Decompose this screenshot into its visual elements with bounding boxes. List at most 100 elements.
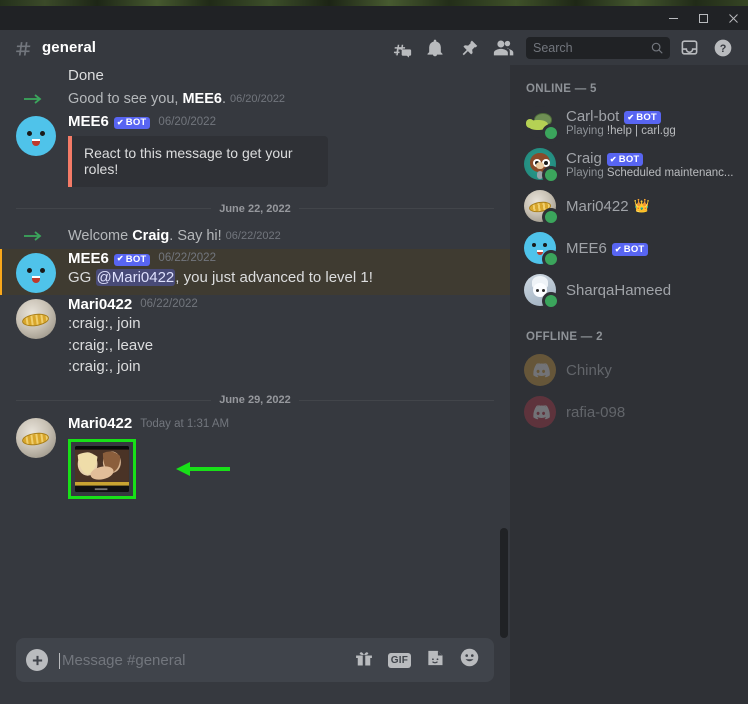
member-list-item[interactable]: SharqaHameed xyxy=(510,269,748,311)
system-message: Good to see you, MEE6. 06/20/2022 xyxy=(0,86,510,112)
text-before: GG xyxy=(68,269,96,286)
check-icon: ✔ xyxy=(116,254,124,264)
message-plain-text: Done xyxy=(68,67,104,84)
gif-button[interactable]: GIF xyxy=(387,652,411,668)
check-icon: ✔ xyxy=(614,244,622,254)
member-name: Chinky xyxy=(566,361,612,379)
hash-icon xyxy=(14,38,34,58)
member-name: rafia-098 xyxy=(566,403,626,421)
timestamp: 06/22/2022 xyxy=(158,252,216,265)
offline-group-header: OFFLINE — 2 xyxy=(526,331,603,343)
gift-icon[interactable] xyxy=(354,648,374,673)
inbox-icon[interactable] xyxy=(672,31,706,65)
minimize-button[interactable] xyxy=(658,6,688,30)
message-author[interactable]: Mari0422 xyxy=(68,416,132,433)
search-input[interactable]: Search xyxy=(526,36,670,59)
channel-name: general xyxy=(42,39,97,56)
chat-column: Done Good to see you, MEE6. 06/20/2022 M… xyxy=(0,65,510,704)
member-activity: Playing Scheduled maintenanc... xyxy=(566,166,734,179)
member-list-item[interactable]: MEE6 ✔ BOT xyxy=(510,227,748,269)
search-icon xyxy=(650,41,664,55)
member-name: Mari0422 xyxy=(566,197,629,215)
system-suffix: . xyxy=(221,91,226,107)
bot-badge: ✔ BOT xyxy=(611,242,649,256)
pin-icon[interactable] xyxy=(452,31,486,65)
member-list-item[interactable]: Carl-bot ✔ BOT Playing !help | carl.gg xyxy=(510,101,748,143)
join-arrow-icon xyxy=(0,229,68,243)
member-list-item[interactable]: Chinky xyxy=(510,349,748,391)
embed-text: React to this message to get your roles! xyxy=(84,144,293,177)
app-body: Done Good to see you, MEE6. 06/20/2022 M… xyxy=(0,65,748,704)
member-name: MEE6 xyxy=(566,239,607,257)
system-suffix: . Say hi! xyxy=(169,227,222,244)
close-button[interactable] xyxy=(718,6,748,30)
message-author[interactable]: MEE6 xyxy=(68,250,109,268)
threads-icon[interactable] xyxy=(384,31,418,65)
timestamp: 06/20/2022 xyxy=(230,93,286,105)
bot-badge: ✔ BOT xyxy=(606,152,644,166)
system-message: Welcome Craig. Say hi! 06/22/2022 xyxy=(0,223,510,249)
system-user: MEE6 xyxy=(182,91,222,107)
green-highlight-box xyxy=(68,438,136,499)
green-arrow-pointing-left xyxy=(174,461,232,477)
timestamp: Today at 1:31 AM xyxy=(140,417,230,430)
message-author[interactable]: MEE6 xyxy=(68,113,109,131)
ring-avatar[interactable] xyxy=(16,298,56,339)
date-divider-label: June 29, 2022 xyxy=(219,394,291,407)
message-embed: React to this message to get your roles! xyxy=(68,135,328,187)
text-after: , you just advanced to level 1! xyxy=(175,269,373,286)
members-icon[interactable] xyxy=(486,31,520,65)
avatar-column xyxy=(16,297,68,379)
member-name: SharqaHameed xyxy=(566,281,672,299)
check-icon: ✔ xyxy=(609,154,617,164)
avatar-column xyxy=(16,251,68,293)
avatar-column xyxy=(16,416,68,499)
user-mention[interactable]: @Mari0422 xyxy=(95,269,176,286)
member-list-item[interactable]: Mari0422 👑 xyxy=(510,185,748,227)
search-placeholder: Search xyxy=(533,40,573,55)
emoji-icon[interactable] xyxy=(459,647,480,673)
member-name: Carl-bot xyxy=(566,107,620,125)
message-group: Mari0422 06/22/2022 :craig:, join :craig… xyxy=(0,295,510,381)
message-line: :craig:, join xyxy=(68,315,141,332)
member-list-item[interactable]: rafia-098 xyxy=(510,391,748,433)
system-prefix: Welcome xyxy=(68,227,133,244)
scrollbar-thumb[interactable] xyxy=(500,528,508,638)
ring-avatar[interactable] xyxy=(16,418,56,459)
online-status-dot xyxy=(542,124,560,142)
crown-icon: 👑 xyxy=(633,198,650,213)
message-scrollbar[interactable] xyxy=(500,65,508,638)
member-list-item[interactable]: Craig ✔ BOT Playing Scheduled maintenanc.… xyxy=(510,143,748,185)
sticker-icon[interactable] xyxy=(425,648,445,673)
message-list: Done Good to see you, MEE6. 06/20/2022 M… xyxy=(0,65,510,638)
bell-icon[interactable] xyxy=(418,31,452,65)
online-status-dot xyxy=(542,208,560,226)
message-author[interactable]: Mari0422 xyxy=(68,296,132,314)
message-group: MEE6 ✔ BOT 06/20/2022 React to this messa… xyxy=(0,112,510,189)
message-line: :craig:, join xyxy=(68,358,141,376)
message-input[interactable]: Message #general xyxy=(59,652,354,669)
message-group-mention: MEE6 ✔ BOT 06/22/2022 GG @Mari0422, you j… xyxy=(0,248,510,295)
date-divider: June 22, 2022 xyxy=(16,203,494,215)
message-line: :craig:, leave xyxy=(68,336,154,354)
composer-icons: GIF xyxy=(354,647,480,673)
message-text: GG @Mari0422, you just advanced to level… xyxy=(68,268,484,289)
timestamp: 06/22/2022 xyxy=(225,229,281,242)
bot-badge: ✔ BOT xyxy=(113,253,151,266)
timestamp: 06/22/2022 xyxy=(140,298,198,311)
help-icon[interactable]: ? xyxy=(706,31,740,65)
plus-circle-icon[interactable] xyxy=(26,649,48,671)
message-input-bar[interactable]: Message #general GIF xyxy=(16,638,494,682)
date-divider-label: June 22, 2022 xyxy=(219,202,291,215)
maximize-button[interactable] xyxy=(688,6,718,30)
date-divider: June 29, 2022 xyxy=(16,394,494,406)
discord-window: general Search ? Done Good to see you, M… xyxy=(0,0,748,704)
mee6-avatar[interactable] xyxy=(16,116,56,156)
image-attachment-thumbnail[interactable] xyxy=(75,445,129,492)
svg-text:?: ? xyxy=(720,43,727,55)
member-list-sidebar: ONLINE — 5 Carl-bot ✔ BOT Playing !help |… xyxy=(510,65,748,704)
mee6-avatar[interactable] xyxy=(16,252,56,293)
member-name: Craig xyxy=(566,149,602,167)
join-arrow-icon xyxy=(0,92,68,106)
channel-header: general Search ? xyxy=(0,30,748,65)
